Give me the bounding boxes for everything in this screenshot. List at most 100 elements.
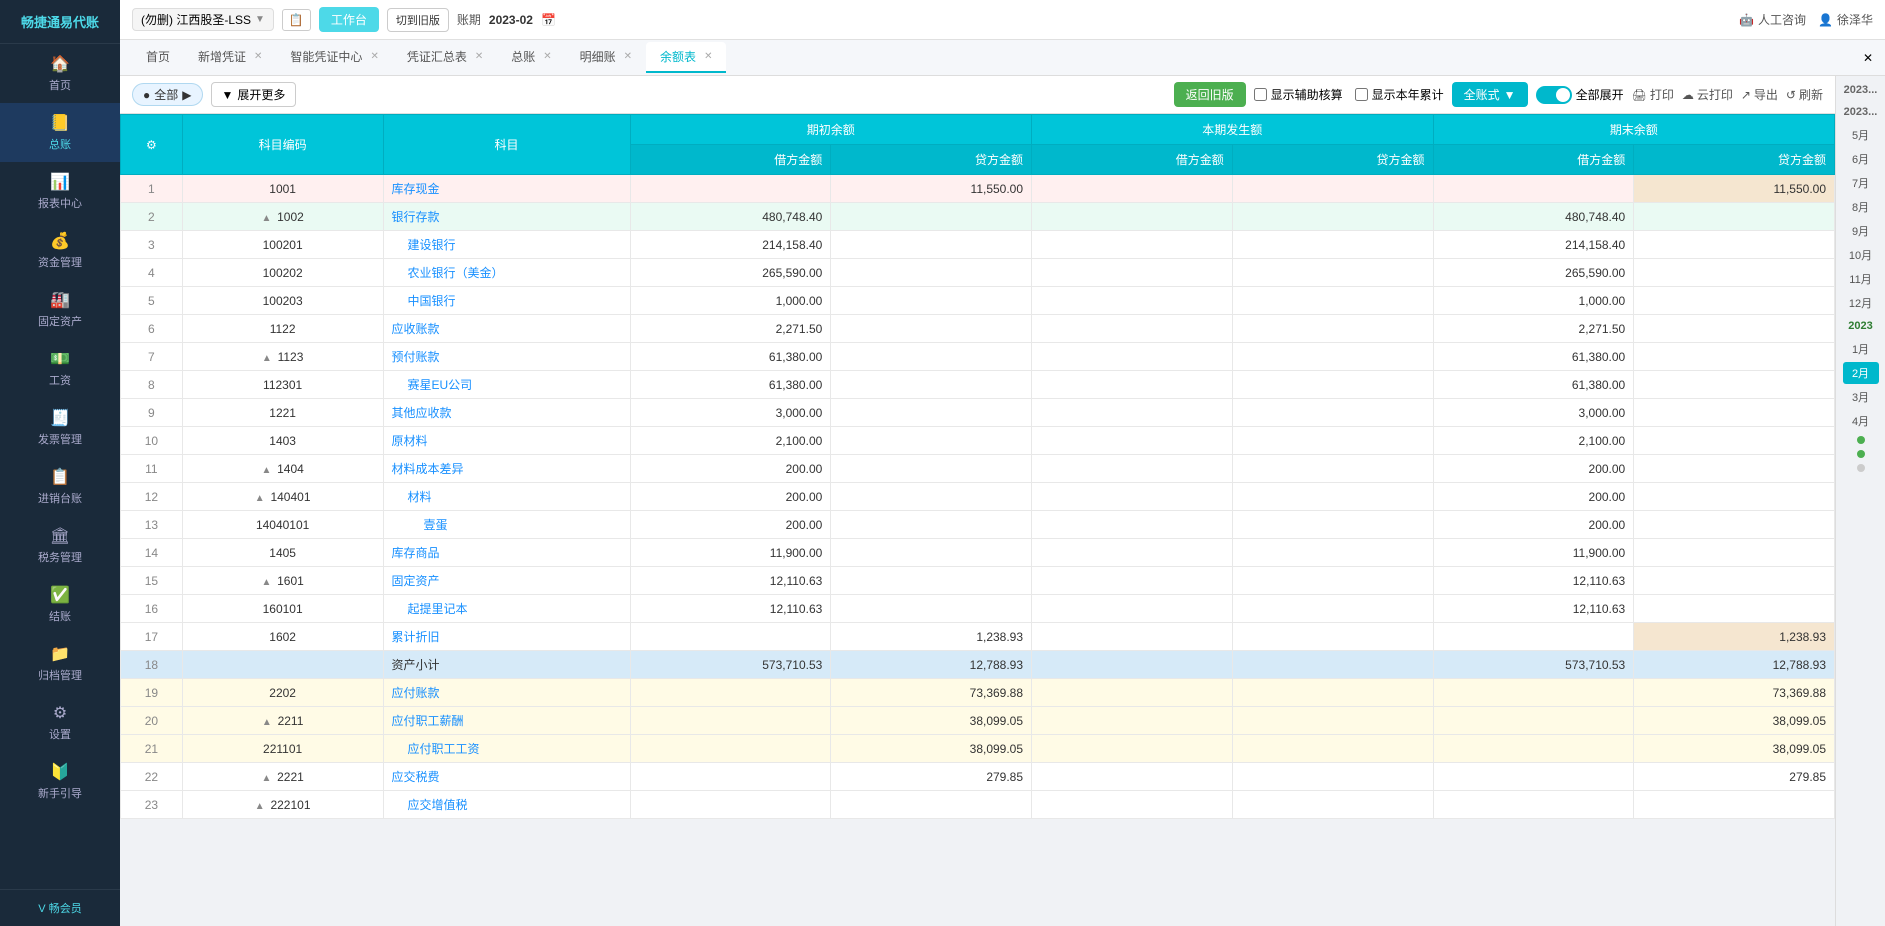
row-subject[interactable]: 银行存款 [383, 203, 630, 231]
month-3-button[interactable]: 3月 [1843, 386, 1879, 408]
subject-link[interactable]: 库存商品 [392, 546, 440, 560]
subject-link[interactable]: 材料 [408, 490, 432, 504]
sidebar-item-home[interactable]: 🏠 首页 [0, 44, 120, 103]
expand-icon[interactable]: ▲ [261, 465, 274, 476]
checkbox-yearly[interactable]: 显示本年累计 [1355, 86, 1444, 103]
subject-link[interactable]: 预付账款 [392, 350, 440, 364]
month-5-button[interactable]: 5月 [1843, 124, 1879, 146]
expand-icon[interactable]: ▲ [255, 493, 268, 504]
row-subject[interactable]: 原材料 [383, 427, 630, 455]
row-subject[interactable]: 预付账款 [383, 343, 630, 371]
subject-link[interactable]: 其他应收款 [392, 406, 452, 420]
tab-new-voucher[interactable]: 新增凭证 ✕ [184, 42, 276, 73]
subject-link[interactable]: 中国银行 [408, 294, 456, 308]
close-new-voucher-icon[interactable]: ✕ [254, 51, 262, 62]
row-subject[interactable]: 材料成本差异 [383, 455, 630, 483]
toggle-expand-switch[interactable] [1536, 86, 1572, 104]
month-11-button[interactable]: 11月 [1843, 268, 1879, 290]
sidebar-item-tax[interactable]: 🏛 税务管理 [0, 516, 120, 575]
format-button[interactable]: 全账式 ▼ [1452, 82, 1528, 107]
cloud-print-button[interactable]: ☁ 云打印 [1682, 86, 1733, 103]
filter-all-tag[interactable]: ● 全部 ▶ [132, 83, 203, 106]
tab-balance[interactable]: 余额表 ✕ [646, 42, 726, 73]
expand-icon[interactable]: ▲ [261, 773, 274, 784]
balance-table-container[interactable]: ⚙ 科目编码 科目 期初余额 本期发生额 期末余额 借方金额 贷方金额 借方金额… [120, 114, 1835, 926]
expand-more-button[interactable]: ▼ 展开更多 [211, 82, 297, 107]
subject-link[interactable]: 应付账款 [392, 686, 440, 700]
subject-link[interactable]: 赛星EU公司 [408, 378, 473, 392]
tab-home[interactable]: 首页 [132, 42, 184, 73]
month-12-button[interactable]: 12月 [1843, 292, 1879, 314]
close-smart-voucher-icon[interactable]: ✕ [370, 51, 378, 62]
row-subject[interactable]: 材料 [383, 483, 630, 511]
subject-link[interactable]: 应收账款 [392, 322, 440, 336]
row-subject[interactable]: 应交税费 [383, 763, 630, 791]
row-subject[interactable]: 建设银行 [383, 231, 630, 259]
yearly-checkbox-input[interactable] [1355, 88, 1368, 101]
subject-link[interactable]: 累计折旧 [392, 630, 440, 644]
close-ledger-icon[interactable]: ✕ [543, 51, 551, 62]
subject-link[interactable]: 固定资产 [392, 574, 440, 588]
sidebar-item-settings[interactable]: ⚙ 设置 [0, 693, 120, 752]
copy-button[interactable]: 📋 [282, 9, 311, 31]
auxiliary-checkbox-input[interactable] [1254, 88, 1267, 101]
row-subject[interactable]: 农业银行（美金） [383, 259, 630, 287]
row-subject[interactable]: 库存现金 [383, 175, 630, 203]
subject-link[interactable]: 应付职工工资 [408, 742, 480, 756]
row-subject[interactable]: 起提里记本 [383, 595, 630, 623]
toggle-expand-group[interactable]: 全部展开 [1536, 86, 1624, 104]
switch-version-button[interactable]: 切到旧版 [387, 8, 449, 32]
sidebar-item-salary[interactable]: 💵 工资 [0, 339, 120, 398]
export-button[interactable]: ↗ 导出 [1741, 86, 1778, 103]
close-voucher-summary-icon[interactable]: ✕ [475, 51, 483, 62]
subject-link[interactable]: 库存现金 [392, 182, 440, 196]
sidebar-item-funds[interactable]: 💰 资金管理 [0, 221, 120, 280]
expand-icon[interactable]: ▲ [262, 717, 275, 728]
month-7-button[interactable]: 7月 [1843, 172, 1879, 194]
row-subject[interactable]: 壹蛋 [383, 511, 630, 539]
row-subject[interactable]: 累计折旧 [383, 623, 630, 651]
row-subject[interactable]: 赛星EU公司 [383, 371, 630, 399]
row-subject[interactable]: 应付账款 [383, 679, 630, 707]
row-subject[interactable]: 固定资产 [383, 567, 630, 595]
close-detail-icon[interactable]: ✕ [624, 51, 632, 62]
tab-detail[interactable]: 明细账 ✕ [566, 42, 646, 73]
expand-icon[interactable]: ▲ [255, 801, 268, 812]
sidebar-item-assets[interactable]: 🏭 固定资产 [0, 280, 120, 339]
row-subject[interactable]: 应收账款 [383, 315, 630, 343]
tab-voucher-summary[interactable]: 凭证汇总表 ✕ [393, 42, 497, 73]
subject-link[interactable]: 应付职工薪酬 [392, 714, 464, 728]
row-subject[interactable]: 应付职工薪酬 [383, 707, 630, 735]
tab-ledger[interactable]: 总账 ✕ [497, 42, 565, 73]
expand-icon[interactable]: ▲ [262, 353, 275, 364]
subject-link[interactable]: 壹蛋 [424, 518, 448, 532]
month-8-button[interactable]: 8月 [1843, 196, 1879, 218]
row-subject[interactable]: 库存商品 [383, 539, 630, 567]
month-1-button[interactable]: 1月 [1843, 338, 1879, 360]
month-9-button[interactable]: 9月 [1843, 220, 1879, 242]
row-subject[interactable]: 中国银行 [383, 287, 630, 315]
sidebar-item-invoice[interactable]: 🧾 发票管理 [0, 398, 120, 457]
refresh-button[interactable]: ↺ 刷新 [1786, 86, 1823, 103]
sidebar-item-purchase[interactable]: 📋 进销台账 [0, 457, 120, 516]
calendar-icon[interactable]: 📅 [541, 13, 556, 27]
subject-link[interactable]: 应交增值税 [408, 798, 468, 812]
month-10-button[interactable]: 10月 [1843, 244, 1879, 266]
subject-link[interactable]: 农业银行（美金） [408, 266, 504, 280]
sidebar-item-settle[interactable]: ✅ 结账 [0, 575, 120, 634]
company-selector[interactable]: (勿删) 江西股圣-LSS ▼ [132, 8, 274, 31]
sidebar-item-reports[interactable]: 📊 报表中心 [0, 162, 120, 221]
settings-col-header[interactable]: ⚙ [121, 115, 183, 175]
subject-link[interactable]: 建设银行 [408, 238, 456, 252]
member-label[interactable]: V 畅会员 [0, 889, 120, 926]
row-subject[interactable]: 其他应收款 [383, 399, 630, 427]
tab-smart-voucher[interactable]: 智能凭证中心 ✕ [276, 42, 392, 73]
month-4-button[interactable]: 4月 [1843, 410, 1879, 432]
month-6-button[interactable]: 6月 [1843, 148, 1879, 170]
row-subject[interactable]: 应交增值税 [383, 791, 630, 819]
month-2-button[interactable]: 2月 [1843, 362, 1879, 384]
close-all-button[interactable]: ✕ [1863, 51, 1873, 65]
subject-link[interactable]: 起提里记本 [408, 602, 468, 616]
sidebar-item-guide[interactable]: 🔰 新手引导 [0, 752, 120, 811]
expand-icon[interactable]: ▲ [261, 213, 274, 224]
